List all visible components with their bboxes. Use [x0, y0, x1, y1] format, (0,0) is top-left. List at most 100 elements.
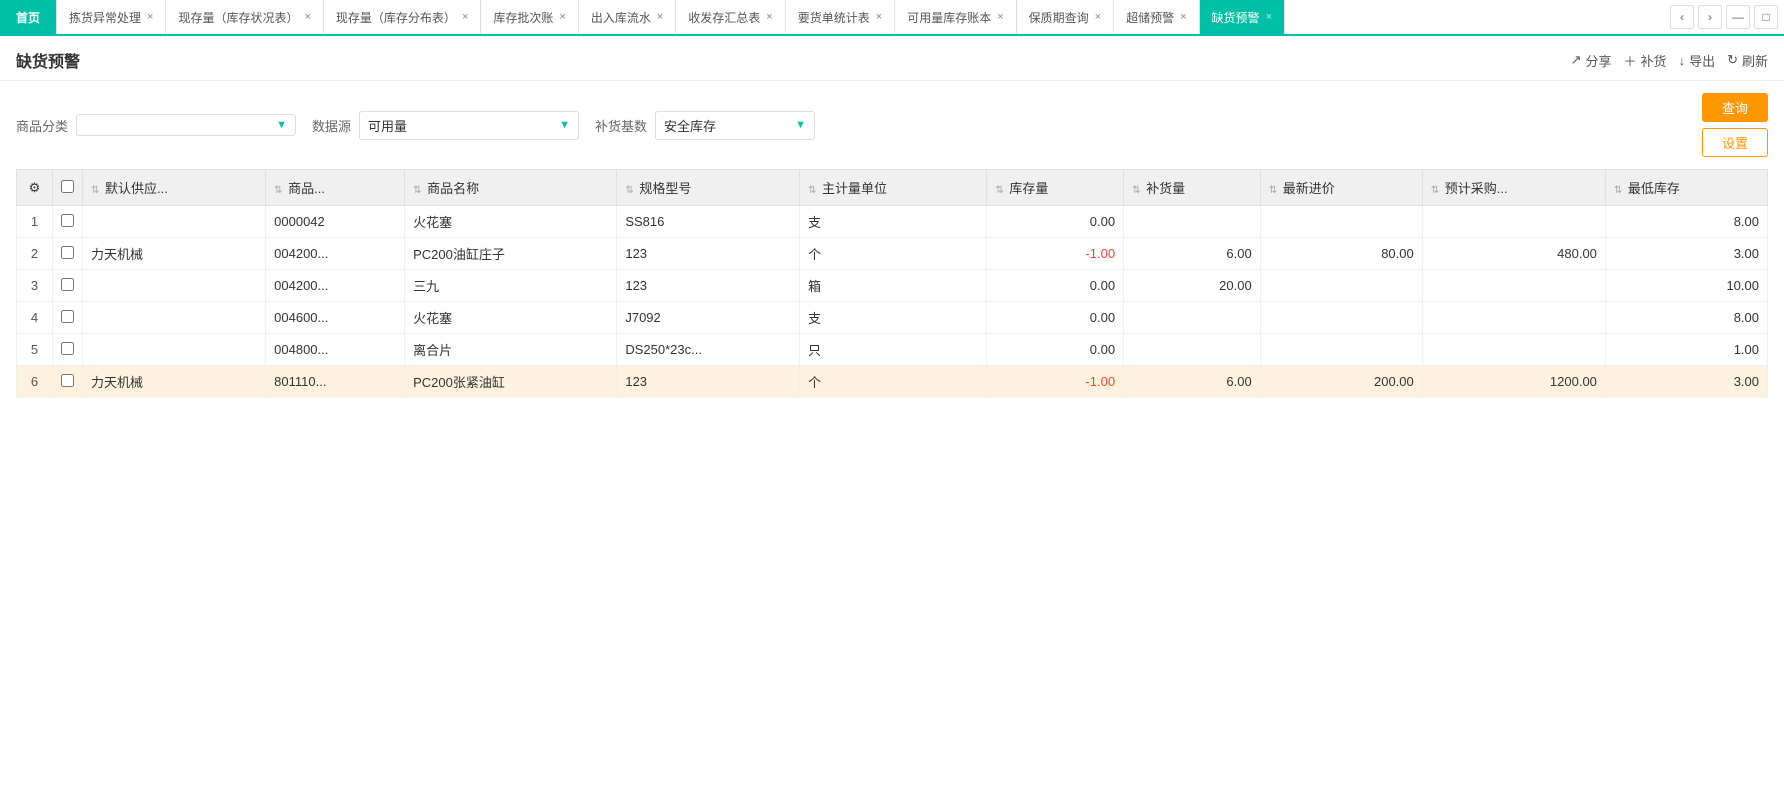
- product-code-cell: 004200...: [266, 270, 405, 302]
- spec-cell: 123: [617, 366, 800, 398]
- estimated-purchase-cell: [1422, 270, 1605, 302]
- column-default-supplier[interactable]: ⇅ 默认供应...: [83, 170, 266, 206]
- estimated-purchase-cell: 480.00: [1422, 238, 1605, 270]
- unit-cell: 箱: [800, 270, 987, 302]
- datasource-select[interactable]: 可用量 ▼: [359, 111, 579, 140]
- row-checkbox-cell[interactable]: [53, 206, 83, 238]
- replenish-base-select[interactable]: 安全库存 ▼: [655, 111, 815, 140]
- tab-receive-summary[interactable]: 收发存汇总表 ×: [676, 0, 785, 34]
- product-name-cell: 火花塞: [405, 302, 617, 334]
- spec-cell: 123: [617, 238, 800, 270]
- tab-label: 库存批次账: [493, 9, 553, 26]
- stock-cell: 0.00: [987, 206, 1124, 238]
- refresh-button[interactable]: ↻ 刷新: [1727, 51, 1768, 70]
- tab-close-icon[interactable]: ×: [657, 11, 663, 23]
- tab-label: 出入库流水: [591, 9, 651, 26]
- replenish-button[interactable]: ＋ 补货: [1624, 51, 1667, 70]
- share-button[interactable]: ↗ 分享: [1571, 51, 1612, 70]
- select-all-checkbox[interactable]: [61, 180, 74, 193]
- tab-shortage[interactable]: 缺货预警×: [1200, 0, 1285, 34]
- column-product-name[interactable]: ⇅ 商品名称: [405, 170, 617, 206]
- tab-abnormal[interactable]: 拣货异常处理×: [57, 0, 166, 34]
- replenish-base-filter-group: 补货基数 安全库存 ▼: [595, 111, 815, 140]
- tab-close-icon[interactable]: ×: [766, 11, 772, 23]
- tab-order-stats[interactable]: 要货单统计表×: [786, 0, 895, 34]
- export-button[interactable]: ↓ 导出: [1679, 51, 1716, 70]
- table-row: 6力天机械801110...PC200张紧油缸123个-1.006.00200.…: [17, 366, 1768, 398]
- min-stock-cell: 3.00: [1605, 238, 1767, 270]
- column-stock[interactable]: ⇅ 库存量: [987, 170, 1124, 206]
- table-wrapper: ⚙ ⇅ 默认供应... ⇅ 商品... ⇅ 商品名称: [0, 169, 1784, 398]
- column-spec[interactable]: ⇅ 规格型号: [617, 170, 800, 206]
- row-checkbox-cell[interactable]: [53, 334, 83, 366]
- product-name-cell: 离合片: [405, 334, 617, 366]
- tab-close-icon[interactable]: ×: [462, 11, 468, 23]
- tab-scroll-right[interactable]: ›: [1698, 5, 1722, 29]
- column-settings[interactable]: ⚙: [17, 170, 53, 206]
- column-estimated-purchase[interactable]: ⇅ 预计采购...: [1422, 170, 1605, 206]
- tab-close-icon[interactable]: ×: [997, 11, 1003, 23]
- row-checkbox[interactable]: [61, 342, 74, 355]
- tab-inout-flow[interactable]: 出入库流水 ×: [579, 0, 676, 34]
- sort-icon: ⇅: [1614, 185, 1622, 196]
- tab-close-icon[interactable]: ×: [147, 11, 153, 23]
- tab-overstock[interactable]: 超储预警×: [1114, 0, 1199, 34]
- estimated-purchase-cell: 1200.00: [1422, 366, 1605, 398]
- column-checkbox-all[interactable]: [53, 170, 83, 206]
- row-checkbox-cell[interactable]: [53, 366, 83, 398]
- tab-close-icon[interactable]: ×: [559, 11, 565, 23]
- column-product-code[interactable]: ⇅ 商品...: [266, 170, 405, 206]
- spec-cell: DS250*23c...: [617, 334, 800, 366]
- stock-cell: -1.00: [987, 366, 1124, 398]
- row-checkbox[interactable]: [61, 278, 74, 291]
- row-checkbox[interactable]: [61, 310, 74, 323]
- row-checkbox[interactable]: [61, 214, 74, 227]
- row-checkbox-cell[interactable]: [53, 302, 83, 334]
- category-filter-group: 商品分类 ▼: [16, 114, 296, 136]
- column-latest-price[interactable]: ⇅ 最新进价: [1260, 170, 1422, 206]
- latest-price-cell: [1260, 206, 1422, 238]
- tab-label: 收发存汇总表: [688, 9, 760, 26]
- tab-home[interactable]: 首页: [0, 0, 57, 34]
- tab-close-icon[interactable]: ×: [1095, 11, 1101, 23]
- query-button[interactable]: 查询: [1702, 93, 1768, 122]
- tab-close-icon[interactable]: ×: [876, 11, 882, 23]
- row-number: 4: [17, 302, 53, 334]
- tab-inventory-dist[interactable]: 现存量（库存分布表）×: [324, 0, 481, 34]
- min-stock-cell: 3.00: [1605, 366, 1767, 398]
- column-unit[interactable]: ⇅ 主计量单位: [800, 170, 987, 206]
- category-dropdown-arrow: ▼: [276, 119, 287, 131]
- row-checkbox[interactable]: [61, 374, 74, 387]
- latest-price-cell: 200.00: [1260, 366, 1422, 398]
- category-select[interactable]: ▼: [76, 114, 296, 136]
- window-minimize[interactable]: —: [1726, 5, 1750, 29]
- window-maximize[interactable]: □: [1754, 5, 1778, 29]
- tab-inventory-status[interactable]: 现存量（库存状况表）×: [166, 0, 323, 34]
- row-checkbox[interactable]: [61, 246, 74, 259]
- settings-button[interactable]: 设置: [1702, 128, 1768, 157]
- row-checkbox-cell[interactable]: [53, 238, 83, 270]
- replenish-qty-cell: [1124, 334, 1261, 366]
- row-number: 5: [17, 334, 53, 366]
- tab-available-ledger[interactable]: 可用量库存账本×: [895, 0, 1016, 34]
- replenish-qty-cell: 20.00: [1124, 270, 1261, 302]
- sort-icon: ⇅: [274, 185, 282, 196]
- tab-close-icon[interactable]: ×: [304, 11, 310, 23]
- supplier-cell: 力天机械: [83, 366, 266, 398]
- replenish-qty-cell: 6.00: [1124, 366, 1261, 398]
- tab-label: 首页: [16, 9, 40, 26]
- tab-scroll-left[interactable]: ‹: [1670, 5, 1694, 29]
- tab-batch[interactable]: 库存批次账 ×: [481, 0, 578, 34]
- spec-cell: 123: [617, 270, 800, 302]
- supplier-cell: [83, 302, 266, 334]
- tab-label: 保质期查询: [1029, 9, 1089, 26]
- row-checkbox-cell[interactable]: [53, 270, 83, 302]
- tab-expiry[interactable]: 保质期查询 ×: [1017, 0, 1114, 34]
- tab-close-icon[interactable]: ×: [1180, 11, 1186, 23]
- tab-close-icon[interactable]: ×: [1266, 11, 1272, 23]
- column-replenish-qty[interactable]: ⇅ 补货量: [1124, 170, 1261, 206]
- column-min-stock[interactable]: ⇅ 最低库存: [1605, 170, 1767, 206]
- category-label: 商品分类: [16, 116, 68, 135]
- sort-icon: ⇅: [1431, 185, 1439, 196]
- replenish-base-label: 补货基数: [595, 116, 647, 135]
